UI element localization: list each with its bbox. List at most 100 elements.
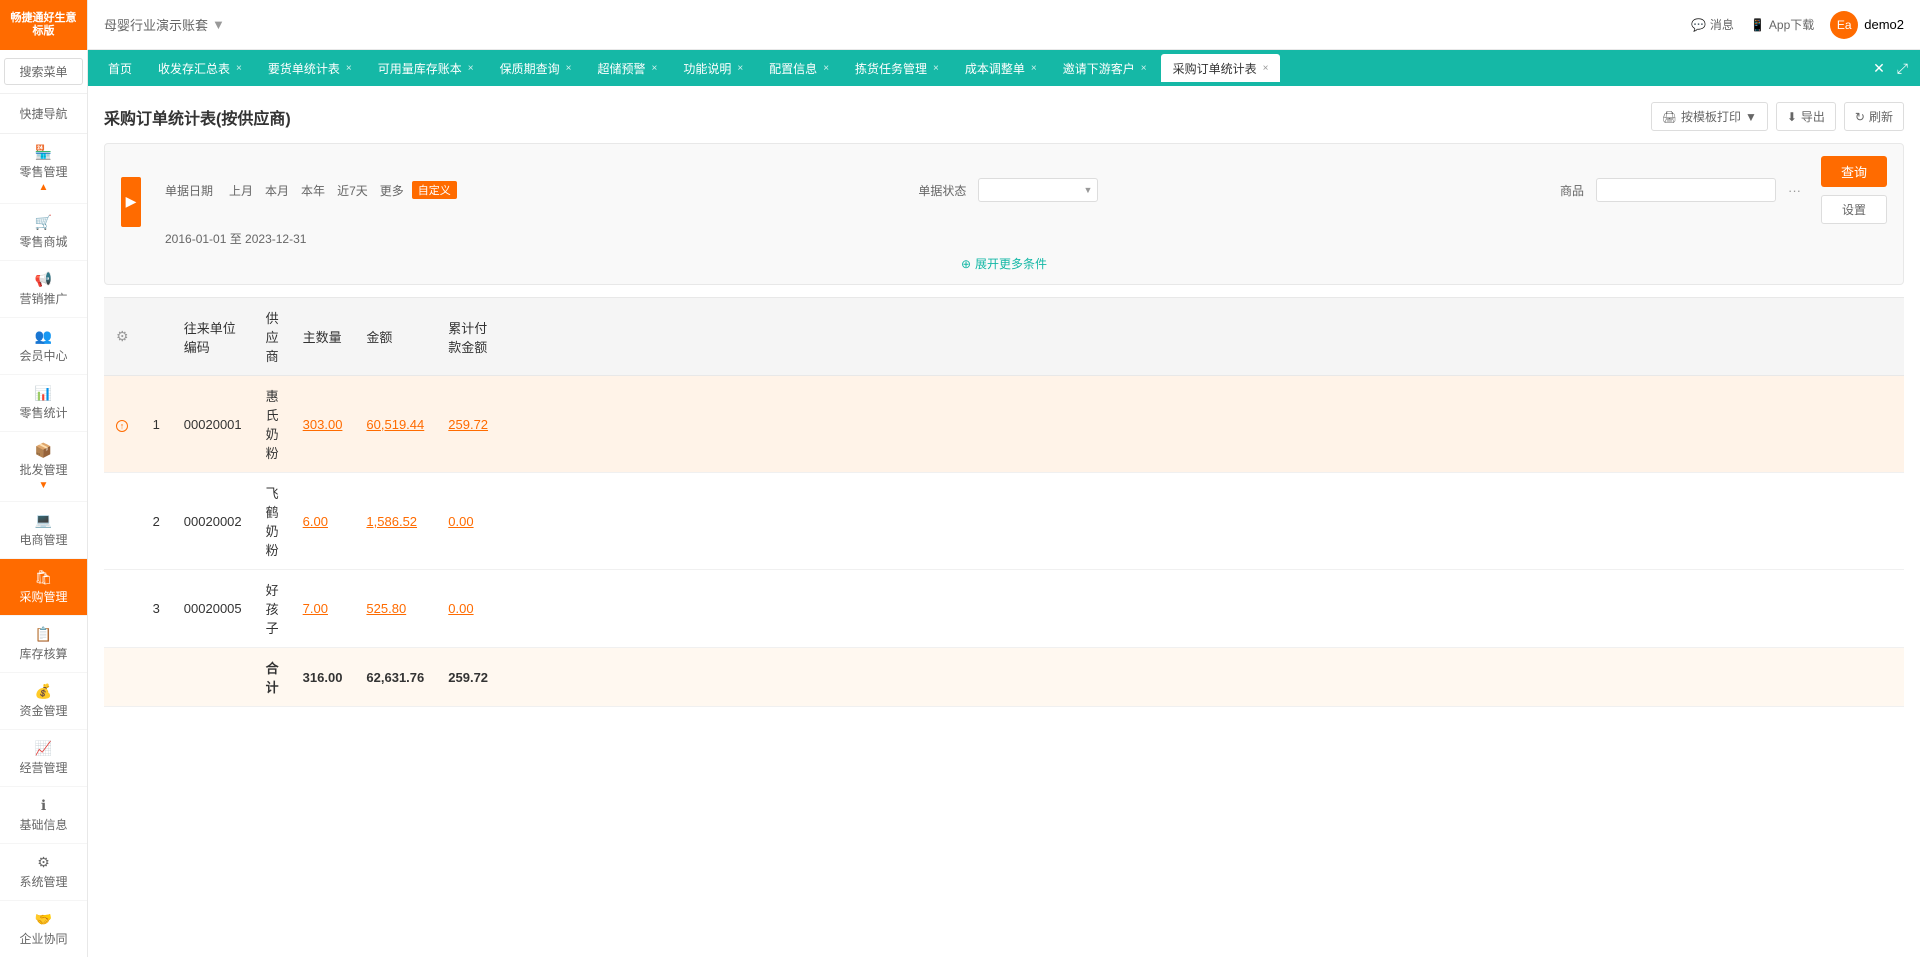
print-label: 按模板打印: [1681, 108, 1741, 125]
tab-warranty[interactable]: 保质期查询 ×: [488, 54, 584, 82]
quantity-cell: 6.00: [291, 473, 355, 570]
tab-invite-downstream[interactable]: 邀请下游客户 ×: [1051, 54, 1159, 82]
sidebar-item-retail-shop[interactable]: 🛒 零售商城: [0, 204, 87, 261]
retail-shop-icon: 🛒: [35, 214, 52, 231]
quantity-link[interactable]: 303.00: [303, 417, 343, 432]
page-title: 采购订单统计表(按供应商): [104, 105, 291, 129]
tab-label: 保质期查询: [500, 60, 560, 77]
tab-close-icon[interactable]: ×: [1031, 63, 1037, 74]
sidebar-item-purchase[interactable]: 🛍 采购管理: [0, 559, 87, 616]
index-col-header: [141, 298, 172, 376]
paid-link[interactable]: 259.72: [448, 417, 488, 432]
print-button[interactable]: 🖨 按模板打印 ▼: [1651, 102, 1768, 131]
quick-nav-section: 快捷导航: [0, 94, 87, 134]
footer-index-cell: [141, 648, 172, 707]
tab-home[interactable]: 首页: [96, 54, 144, 82]
amount-link[interactable]: 1,586.52: [366, 514, 417, 529]
sidebar-item-marketing[interactable]: 📢 营销推广: [0, 261, 87, 318]
custom-date-tag[interactable]: 自定义: [412, 181, 457, 199]
tab-close-icon[interactable]: ×: [1141, 63, 1147, 74]
tab-label: 收发存汇总表: [158, 60, 230, 77]
tab-function-desc[interactable]: 功能说明 ×: [671, 54, 755, 82]
sidebar-item-operations[interactable]: 📈 经营管理: [0, 730, 87, 787]
paid-link[interactable]: 0.00: [448, 601, 473, 616]
query-button[interactable]: 查询: [1821, 156, 1887, 187]
paid-link[interactable]: 0.00: [448, 514, 473, 529]
tab-close-icon[interactable]: ×: [1263, 63, 1269, 74]
column-settings-icon[interactable]: ⚙: [116, 328, 129, 344]
tab-close-icon[interactable]: ×: [933, 63, 939, 74]
app-download-button[interactable]: 📱 App下载: [1750, 16, 1814, 33]
tab-pick-task[interactable]: 拣货任务管理 ×: [843, 54, 951, 82]
shortcut-last-month[interactable]: 上月: [225, 180, 257, 201]
status-select[interactable]: 全部: [978, 178, 1098, 202]
quantity-link[interactable]: 7.00: [303, 601, 328, 616]
more-filters-button[interactable]: ⊕ 展开更多条件: [961, 255, 1047, 272]
amount-link[interactable]: 60,519.44: [366, 417, 424, 432]
tab-close-icon[interactable]: ×: [566, 63, 572, 74]
quick-nav-button[interactable]: 快捷导航: [4, 100, 83, 127]
inventory-icon: 📋: [35, 626, 52, 643]
user-menu[interactable]: Ea demo2: [1830, 11, 1904, 39]
sidebar-item-member-center[interactable]: 👥 会员中心: [0, 318, 87, 375]
sort-icon[interactable]: ↑: [116, 420, 128, 432]
tab-cost-adjust[interactable]: 成本调整单 ×: [953, 54, 1049, 82]
quantity-link[interactable]: 6.00: [303, 514, 328, 529]
footer-extra-cell: [500, 648, 1904, 707]
shortcut-more[interactable]: 更多: [376, 180, 408, 201]
sidebar-item-retail-stats[interactable]: 📊 零售统计: [0, 375, 87, 432]
refresh-button[interactable]: ↻ 刷新: [1844, 102, 1904, 131]
goods-input[interactable]: [1596, 178, 1776, 202]
tab-close-icon[interactable]: ×: [346, 63, 352, 74]
amount-link[interactable]: 525.80: [366, 601, 406, 616]
goods-filter-label: 商品: [1560, 182, 1584, 199]
footer-settings-cell: [104, 648, 141, 707]
filter-expand-button[interactable]: ▶: [121, 177, 141, 227]
tab-collect-pay[interactable]: 收发存汇总表 ×: [146, 54, 254, 82]
export-icon: ⬇: [1787, 110, 1797, 124]
sidebar-item-ecommerce[interactable]: 💻 电商管理: [0, 502, 87, 559]
sidebar-item-enterprise[interactable]: 🤝 企业协同: [0, 901, 87, 957]
more-filters-label: 展开更多条件: [975, 255, 1047, 272]
sidebar-item-label: 经营管理: [19, 759, 67, 776]
sidebar-item-label: 库存核算: [19, 645, 67, 662]
sidebar-item-basic-info[interactable]: ℹ 基础信息: [0, 787, 87, 844]
shortcut-7days[interactable]: 近7天: [333, 180, 372, 201]
sidebar-item-system[interactable]: ⚙ 系统管理: [0, 844, 87, 901]
sidebar-item-inventory[interactable]: 📋 库存核算: [0, 616, 87, 673]
goods-more-icon[interactable]: ···: [1788, 183, 1801, 198]
tab-close-icon[interactable]: ×: [651, 63, 657, 74]
more-filters-row: ⊕ 展开更多条件: [121, 255, 1887, 272]
sidebar-item-finance[interactable]: 💰 资金管理: [0, 673, 87, 730]
tab-purchase-stats[interactable]: 要货单统计表 ×: [256, 54, 364, 82]
close-tab-button[interactable]: ✕: [1869, 58, 1889, 79]
tab-close-icon[interactable]: ×: [236, 63, 242, 74]
expand-icon: ▲: [39, 182, 49, 193]
settings-button[interactable]: 设置: [1821, 195, 1887, 224]
tab-overstock[interactable]: 超储预警 ×: [585, 54, 669, 82]
shortcut-this-month[interactable]: 本月: [261, 180, 293, 201]
paid-cell: 259.72: [436, 376, 500, 473]
tab-available-stock[interactable]: 可用量库存账本 ×: [366, 54, 486, 82]
tab-config[interactable]: 配置信息 ×: [757, 54, 841, 82]
export-button[interactable]: ⬇ 导出: [1776, 102, 1836, 131]
username: demo2: [1864, 17, 1904, 32]
tab-label: 成本调整单: [965, 60, 1025, 77]
sidebar-item-wholesale[interactable]: 📦 批发管理 ▼: [0, 432, 87, 502]
basic-info-icon: ℹ: [41, 797, 46, 814]
search-menu-button[interactable]: 搜索菜单: [4, 58, 83, 85]
status-select-wrapper: 全部: [978, 178, 1098, 202]
shortcut-this-year[interactable]: 本年: [297, 180, 329, 201]
content-area: 采购订单统计表(按供应商) 🖨 按模板打印 ▼ ⬇ 导出 ↻ 刷新: [88, 86, 1920, 957]
fullscreen-button[interactable]: ⤢: [1893, 58, 1912, 79]
tab-close-icon[interactable]: ×: [468, 63, 474, 74]
sidebar-item-retail-manage[interactable]: 🏪 零售管理 ▲: [0, 134, 87, 204]
tab-close-icon[interactable]: ×: [823, 63, 829, 74]
expand-down-icon: ⊕: [961, 257, 971, 271]
message-button[interactable]: 💬 消息: [1691, 16, 1734, 33]
tab-close-icon[interactable]: ×: [737, 63, 743, 74]
quantity-cell: 303.00: [291, 376, 355, 473]
tab-purchase-order-stats[interactable]: 采购订单统计表 ×: [1161, 54, 1281, 82]
main-area: 母婴行业演示账套 ▼ 💬 消息 📱 App下载 Ea demo2 首页 收发存汇…: [88, 0, 1920, 957]
breadcrumb-dropdown-icon[interactable]: ▼: [212, 17, 225, 32]
